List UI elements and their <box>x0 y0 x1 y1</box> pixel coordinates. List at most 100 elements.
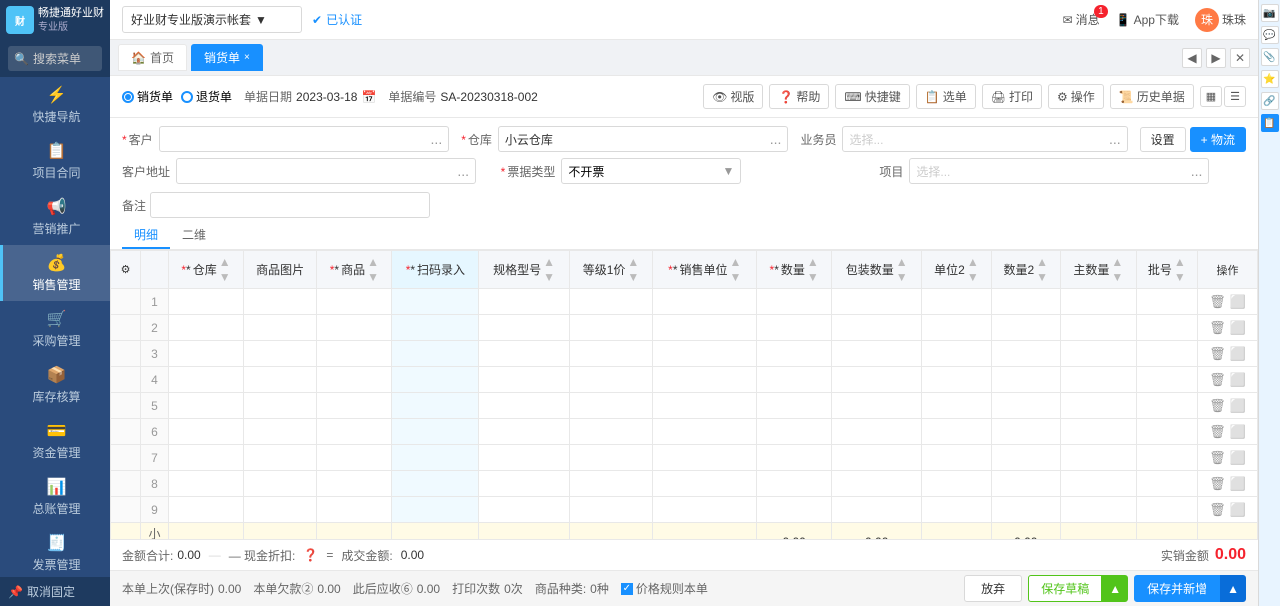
price-check-checkbox[interactable]: ✓ <box>621 583 633 595</box>
row-delete-icon[interactable]: 🗑 <box>1209 294 1226 310</box>
tab-detail[interactable]: 明细 <box>122 222 170 249</box>
customer-input[interactable]: ... <box>159 126 450 152</box>
row-copy-icon[interactable]: ⬜ <box>1230 372 1246 388</box>
row-delete-icon[interactable]: 🗑 <box>1209 372 1226 388</box>
row-unit2[interactable] <box>922 471 991 497</box>
row-qty2[interactable] <box>991 497 1060 523</box>
logistics-button[interactable]: + 物流 <box>1190 127 1246 152</box>
row-goods[interactable] <box>317 445 392 471</box>
row-goods[interactable] <box>317 471 392 497</box>
row-warehouse[interactable] <box>169 445 244 471</box>
row-unit2[interactable] <box>922 289 991 315</box>
sidebar-item-invoice[interactable]: 🧾 发票管理 <box>0 525 110 577</box>
row-quantity[interactable] <box>757 445 832 471</box>
row-warehouse[interactable] <box>169 497 244 523</box>
row-batch[interactable] <box>1136 315 1197 341</box>
search-menu-button[interactable]: 🔍 搜索菜单 <box>8 46 102 71</box>
th-warehouse[interactable]: *仓库▲▼ <box>169 251 244 289</box>
panel-icon-6[interactable]: 📋 <box>1261 114 1279 132</box>
date-value[interactable]: 2023-03-18 <box>296 90 357 104</box>
row-qty2[interactable] <box>991 419 1060 445</box>
row-pack-qty[interactable] <box>832 497 922 523</box>
row-unit2[interactable] <box>922 419 991 445</box>
row-unit2[interactable] <box>922 497 991 523</box>
row-quantity[interactable] <box>757 367 832 393</box>
row-sale-unit[interactable] <box>653 419 757 445</box>
row-main-qty[interactable] <box>1060 315 1136 341</box>
row-price1[interactable] <box>569 289 653 315</box>
row-quantity[interactable] <box>757 471 832 497</box>
sidebar-item-general[interactable]: 📊 总账管理 <box>0 469 110 525</box>
save-new-dropdown[interactable]: ▲ <box>1220 575 1246 602</box>
row-spec[interactable] <box>479 445 569 471</box>
panel-icon-5[interactable]: 🔗 <box>1261 92 1279 110</box>
save-draft-dropdown[interactable]: ▲ <box>1102 575 1128 602</box>
row-spec[interactable] <box>479 393 569 419</box>
sidebar-item-sales[interactable]: 💰 销售管理 <box>0 245 110 301</box>
row-copy-icon[interactable]: ⬜ <box>1230 320 1246 336</box>
row-quantity[interactable] <box>757 289 832 315</box>
row-batch-entry[interactable] <box>392 367 479 393</box>
row-goods[interactable] <box>317 419 392 445</box>
row-warehouse[interactable] <box>169 367 244 393</box>
th-batch-entry[interactable]: *扫码录入 <box>392 251 479 289</box>
sidebar-item-marketing[interactable]: 📢 营销推广 <box>0 189 110 245</box>
th-batch[interactable]: 批号▲▼ <box>1136 251 1197 289</box>
select-button[interactable]: 📋 选单 <box>916 84 976 109</box>
app-download-button[interactable]: 📱 App下载 <box>1116 11 1179 28</box>
row-delete-icon[interactable]: 🗑 <box>1209 450 1226 466</box>
row-price1[interactable] <box>569 497 653 523</box>
row-batch-entry[interactable] <box>392 471 479 497</box>
price-check-item[interactable]: ✓ 价格规则本单 <box>621 580 708 597</box>
th-pack-qty[interactable]: 包装数量▲▼ <box>832 251 922 289</box>
row-qty2[interactable] <box>991 341 1060 367</box>
row-spec[interactable] <box>479 315 569 341</box>
row-delete-icon[interactable]: 🗑 <box>1209 502 1226 518</box>
row-quantity[interactable] <box>757 315 832 341</box>
row-batch[interactable] <box>1136 419 1197 445</box>
row-unit2[interactable] <box>922 315 991 341</box>
sidebar-item-purchase[interactable]: 🛒 采购管理 <box>0 301 110 357</box>
row-quantity[interactable] <box>757 497 832 523</box>
save-new-button[interactable]: 保存并新增 <box>1134 575 1220 602</box>
sidebar-item-project[interactable]: 📋 项目合同 <box>0 133 110 189</box>
row-sale-unit[interactable] <box>653 445 757 471</box>
row-delete-icon[interactable]: 🗑 <box>1209 320 1226 336</box>
salesperson-dots[interactable]: ... <box>1109 131 1121 147</box>
warehouse-input[interactable]: 小云仓库 ... <box>498 126 789 152</box>
row-copy-icon[interactable]: ⬜ <box>1230 294 1246 310</box>
row-batch-entry[interactable] <box>392 419 479 445</box>
row-batch-entry[interactable] <box>392 393 479 419</box>
project-input[interactable]: 选择... ... <box>909 158 1209 184</box>
row-main-qty[interactable] <box>1060 367 1136 393</box>
th-qty2[interactable]: 数量2▲▼ <box>991 251 1060 289</box>
row-batch[interactable] <box>1136 393 1197 419</box>
row-qty2[interactable] <box>991 393 1060 419</box>
message-button[interactable]: ✉ 消息 1 <box>1063 11 1100 28</box>
row-copy-icon[interactable]: ⬜ <box>1230 476 1246 492</box>
row-copy-icon[interactable]: ⬜ <box>1230 424 1246 440</box>
row-pack-qty[interactable] <box>832 289 922 315</box>
row-quantity[interactable] <box>757 419 832 445</box>
tab-close-button[interactable]: × <box>244 52 250 63</box>
cancel-fixed[interactable]: 📌 取消固定 <box>0 577 110 606</box>
panel-icon-2[interactable]: 💬 <box>1261 26 1279 44</box>
row-main-qty[interactable] <box>1060 393 1136 419</box>
print-button[interactable]: 🖨 打印 <box>982 84 1042 109</box>
grid-view-button[interactable]: ▦ <box>1200 86 1222 107</box>
th-main-qty[interactable]: 主数量▲▼ <box>1060 251 1136 289</box>
row-unit2[interactable] <box>922 367 991 393</box>
row-sale-unit[interactable] <box>653 393 757 419</box>
row-sale-unit[interactable] <box>653 289 757 315</box>
row-pack-qty[interactable] <box>832 471 922 497</box>
row-pack-qty[interactable] <box>832 315 922 341</box>
row-sale-unit[interactable] <box>653 471 757 497</box>
row-goods[interactable] <box>317 289 392 315</box>
invoice-select[interactable]: 不开票 ▼ <box>561 158 741 184</box>
th-settings[interactable]: ⚙ <box>111 251 141 289</box>
tab-sales-order[interactable]: 销货单 × <box>191 44 263 71</box>
th-unit2[interactable]: 单位2▲▼ <box>922 251 991 289</box>
list-view-button[interactable]: ☰ <box>1224 86 1246 107</box>
row-delete-icon[interactable]: 🗑 <box>1209 476 1226 492</box>
row-copy-icon[interactable]: ⬜ <box>1230 450 1246 466</box>
